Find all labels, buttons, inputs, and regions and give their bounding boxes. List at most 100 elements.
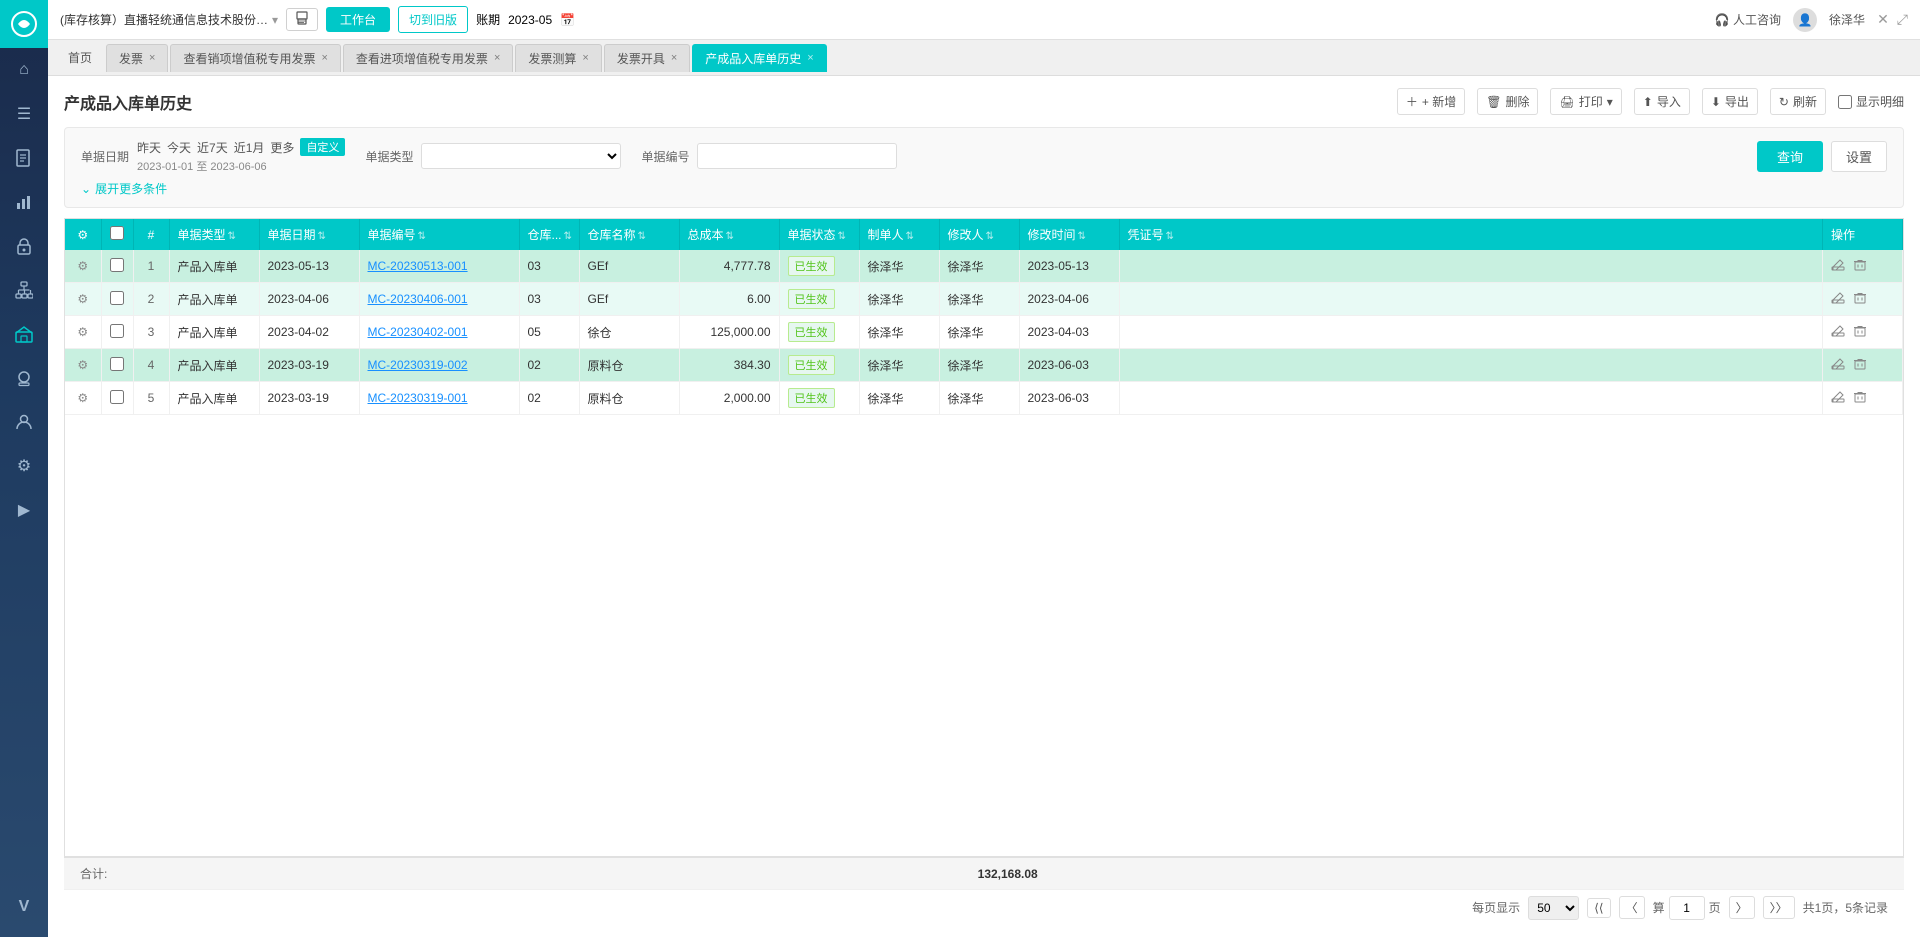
delete-row-icon[interactable] [1853,291,1867,308]
tab-invoice-close[interactable]: × [149,52,155,64]
row-doc-no[interactable]: MC-20230319-001 [359,382,519,415]
sidebar-item-lock[interactable] [0,224,48,268]
tab-invoice-calc[interactable]: 发票测算 × [515,44,601,72]
prev-page-btn[interactable]: 〈 [1619,896,1645,919]
sidebar-item-video[interactable]: ▶ [0,488,48,532]
th-doc-status[interactable]: 单据状态⇅ [779,219,859,250]
row-settings[interactable]: ⚙ [65,283,101,316]
show-detail-label[interactable]: 显示明细 [1838,93,1904,110]
row-settings[interactable]: ⚙ [65,382,101,415]
next-page-btn[interactable]: 〉 [1729,896,1755,919]
sidebar-item-people[interactable] [0,400,48,444]
doc-no-link[interactable]: MC-20230513-001 [368,259,468,273]
delete-row-icon[interactable] [1853,390,1867,407]
row-settings[interactable]: ⚙ [65,316,101,349]
edit-icon[interactable] [1831,390,1845,407]
print-btn[interactable]: 🖨 打印 ▾ [1550,88,1621,115]
doc-print-btn[interactable] [286,8,318,31]
th-doc-date[interactable]: 单据日期⇅ [259,219,359,250]
page-number-input[interactable] [1669,896,1705,920]
shortcut-more[interactable]: 更多 [270,139,294,156]
doc-no-link[interactable]: MC-20230319-001 [368,391,468,405]
tab-invoice[interactable]: 发票 × [106,44,168,72]
close-window-icon[interactable]: ✕ [1877,11,1889,28]
th-modify-time[interactable]: 修改时间⇅ [1019,219,1119,250]
row-checkbox[interactable] [101,382,133,415]
shortcut-7days[interactable]: 近7天 [197,139,228,156]
edit-icon[interactable] [1831,258,1845,275]
switch-old-btn[interactable]: 切到旧版 [398,6,468,33]
edit-icon[interactable] [1831,291,1845,308]
row-settings[interactable]: ⚙ [65,349,101,382]
maximize-window-icon[interactable]: ⤢ [1897,11,1908,28]
shortcut-today[interactable]: 今天 [167,139,191,156]
company-selector[interactable]: (库存核算）直播轻统通信息技术股份… ▾ [60,11,278,28]
sidebar-item-warehouse[interactable] [0,312,48,356]
th-total-cost[interactable]: 总成本⇅ [679,219,779,250]
sidebar-item-stamp[interactable] [0,356,48,400]
row-settings[interactable]: ⚙ [65,250,101,283]
delete-row-icon[interactable] [1853,357,1867,374]
th-settings[interactable]: ⚙ [65,219,101,250]
sidebar-item-more[interactable]: V [0,885,48,929]
shortcut-yesterday[interactable]: 昨天 [137,139,161,156]
tab-invoice-open-close[interactable]: × [671,52,677,64]
new-btn[interactable]: ＋ + 新增 [1397,88,1465,115]
tab-product-inbound[interactable]: 产成品入库单历史 × [692,44,826,72]
import-btn[interactable]: ⬆ 导入 [1634,88,1690,115]
tab-check-sales-vat[interactable]: 查看销项增值税专用发票 × [170,44,340,72]
sidebar-item-org[interactable] [0,268,48,312]
custom-tag[interactable]: 自定义 [300,138,345,156]
per-page-select[interactable]: 50 100 200 [1528,896,1579,920]
row-doc-no[interactable]: MC-20230402-001 [359,316,519,349]
th-warehouse-no[interactable]: 仓库...⇅ [519,219,579,250]
row-select-2[interactable] [110,324,124,338]
set-btn[interactable]: 设置 [1831,141,1887,172]
th-creator[interactable]: 制单人⇅ [859,219,939,250]
th-doc-no[interactable]: 单据编号⇅ [359,219,519,250]
row-select-1[interactable] [110,291,124,305]
expand-more[interactable]: ⌄ 展开更多条件 [81,180,1887,197]
doc-no-link[interactable]: MC-20230406-001 [368,292,468,306]
doc-type-select[interactable] [421,143,621,169]
row-select-3[interactable] [110,357,124,371]
sidebar-item-home[interactable]: ⌂ [0,48,48,92]
user-service[interactable]: 🎧 人工咨询 [1715,11,1781,28]
tab-check-sales-vat-close[interactable]: × [321,52,327,64]
row-checkbox[interactable] [101,349,133,382]
tab-home[interactable]: 首页 [56,44,104,72]
tab-invoice-calc-close[interactable]: × [582,52,588,64]
row-select-4[interactable] [110,390,124,404]
sidebar-item-doc[interactable] [0,136,48,180]
sidebar-item-chart[interactable] [0,180,48,224]
row-doc-no[interactable]: MC-20230319-002 [359,349,519,382]
delete-row-icon[interactable] [1853,258,1867,275]
doc-no-link[interactable]: MC-20230402-001 [368,325,468,339]
edit-icon[interactable] [1831,324,1845,341]
delete-row-icon[interactable] [1853,324,1867,341]
tab-check-input-vat[interactable]: 查看进项增值税专用发票 × [343,44,513,72]
last-page-btn[interactable]: 〉〉 [1763,896,1795,919]
row-doc-no[interactable]: MC-20230406-001 [359,283,519,316]
row-checkbox[interactable] [101,316,133,349]
th-check[interactable] [101,219,133,250]
doc-no-input[interactable] [697,143,897,169]
export-btn[interactable]: ⬇ 导出 [1702,88,1758,115]
tab-product-inbound-close[interactable]: × [807,52,813,64]
shortcut-1month[interactable]: 近1月 [234,139,265,156]
sidebar-item-inbox[interactable]: ☰ [0,92,48,136]
query-btn[interactable]: 查询 [1757,141,1823,172]
first-page-btn[interactable]: ⟨⟨ [1587,898,1610,918]
th-doc-type[interactable]: 单据类型⇅ [169,219,259,250]
show-detail-checkbox[interactable] [1838,95,1852,109]
row-checkbox[interactable] [101,250,133,283]
select-all-checkbox[interactable] [110,226,124,240]
row-select-0[interactable] [110,258,124,272]
edit-icon[interactable] [1831,357,1845,374]
tab-check-input-vat-close[interactable]: × [494,52,500,64]
period-selector[interactable]: 账期 2023-05 📅 [476,11,575,28]
refresh-btn[interactable]: ↻ 刷新 [1770,88,1826,115]
tab-invoice-open[interactable]: 发票开具 × [604,44,690,72]
workbench-btn[interactable]: 工作台 [326,7,390,32]
th-voucher-no[interactable]: 凭证号⇅ [1119,219,1823,250]
